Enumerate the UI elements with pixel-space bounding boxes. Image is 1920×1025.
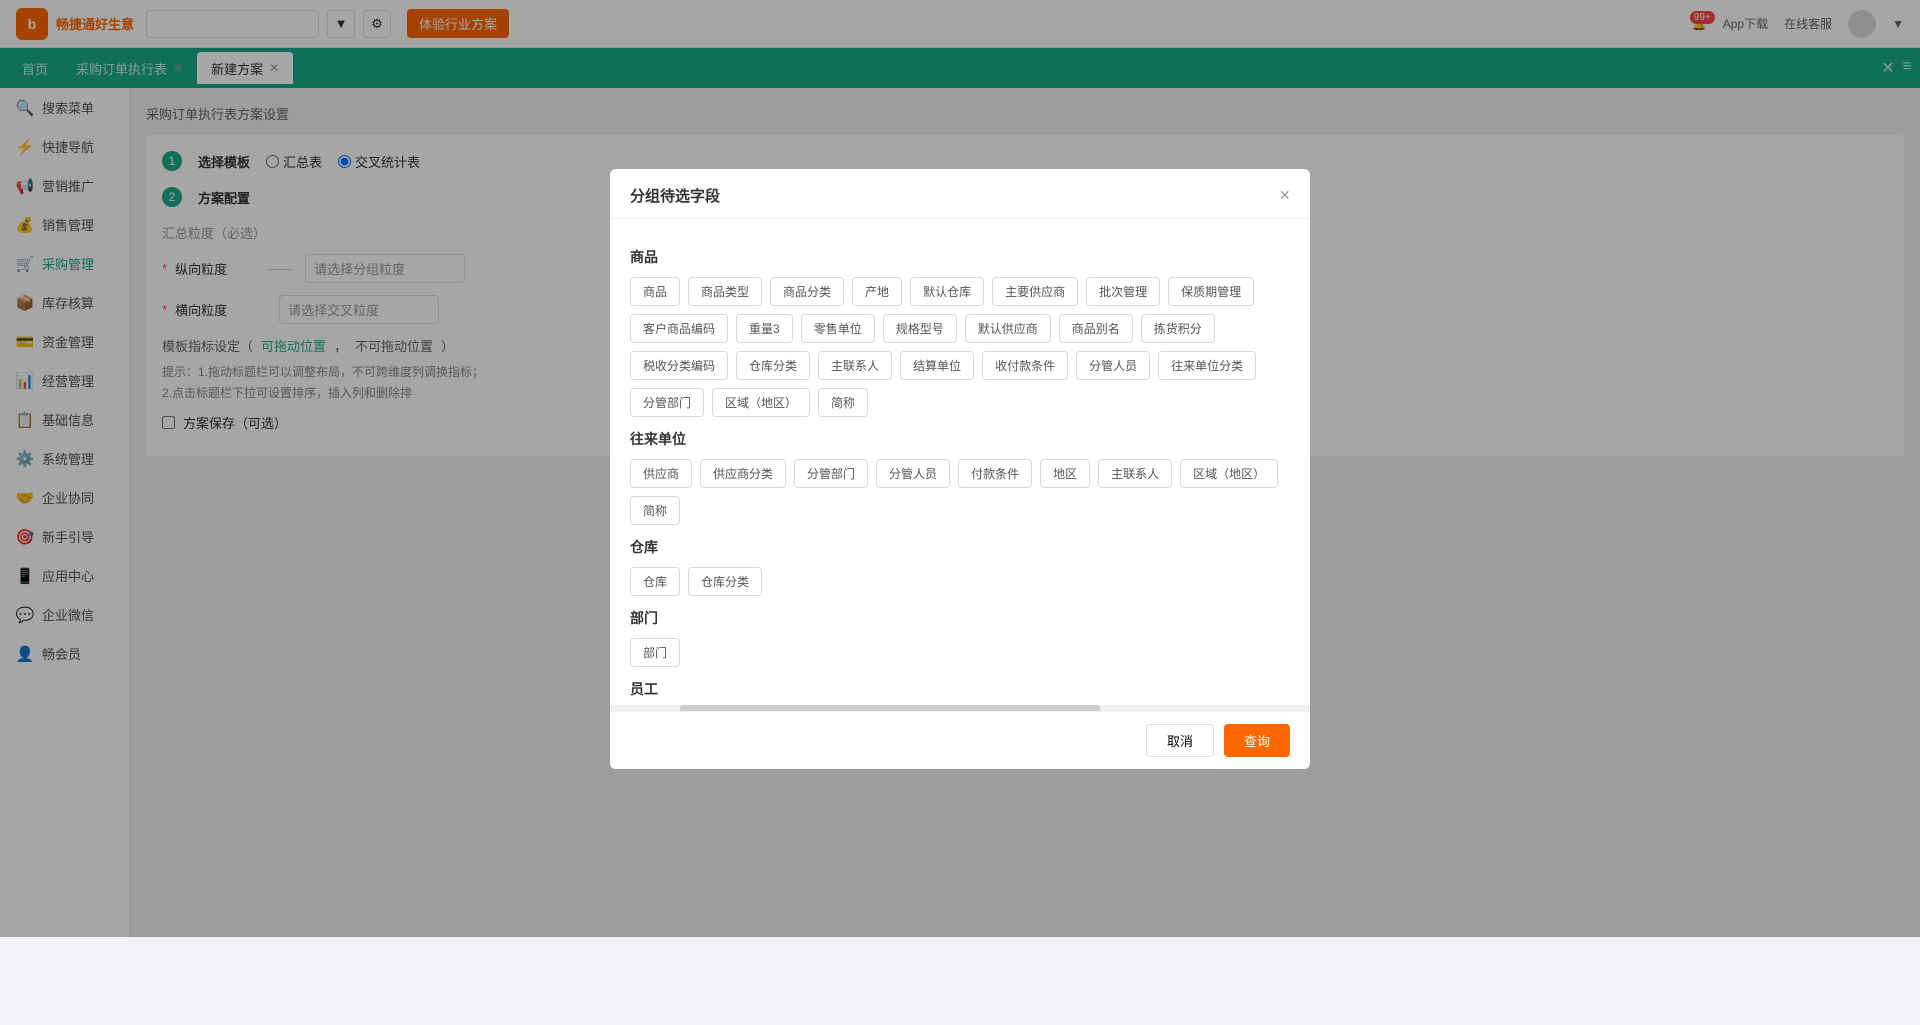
field-tags-warehouse: 仓库 仓库分类 xyxy=(630,567,1290,596)
field-tag[interactable]: 分管人员 xyxy=(1076,351,1150,380)
field-tag[interactable]: 客户商品编码 xyxy=(630,314,728,343)
field-tag[interactable]: 拣货积分 xyxy=(1141,314,1215,343)
field-tag[interactable]: 商品 xyxy=(630,277,680,306)
section-title-goods: 商品 xyxy=(630,247,1290,267)
field-tags-partner: 供应商 供应商分类 分管部门 分管人员 付款条件 地区 主联系人 区域（地区） … xyxy=(630,459,1290,525)
modal-horizontal-scrollbar[interactable] xyxy=(610,705,1310,711)
field-tag[interactable]: 税收分类编码 xyxy=(630,351,728,380)
field-tag[interactable]: 仓库分类 xyxy=(688,567,762,596)
field-tag[interactable]: 主联系人 xyxy=(1098,459,1172,488)
field-tag[interactable]: 批次管理 xyxy=(1086,277,1160,306)
field-tag[interactable]: 保质期管理 xyxy=(1168,277,1254,306)
modal-footer: 取消 查询 xyxy=(610,711,1310,769)
field-tag[interactable]: 商品分类 xyxy=(770,277,844,306)
modal-overlay: 分组待选字段 × 商品 商品 商品类型 商品分类 产地 默认仓库 主要供应商 批… xyxy=(0,0,1920,937)
field-tag[interactable]: 收付款条件 xyxy=(982,351,1068,380)
section-title-partner: 往来单位 xyxy=(630,429,1290,449)
field-select-modal: 分组待选字段 × 商品 商品 商品类型 商品分类 产地 默认仓库 主要供应商 批… xyxy=(610,169,1310,769)
cancel-button[interactable]: 取消 xyxy=(1146,724,1214,757)
field-tag[interactable]: 地区 xyxy=(1040,459,1090,488)
modal-close-btn[interactable]: × xyxy=(1279,186,1290,204)
modal-body: 商品 商品 商品类型 商品分类 产地 默认仓库 主要供应商 批次管理 保质期管理… xyxy=(610,219,1310,705)
field-tag[interactable]: 商品别名 xyxy=(1059,314,1133,343)
field-tag[interactable]: 供应商 xyxy=(630,459,692,488)
field-tag[interactable]: 供应商分类 xyxy=(700,459,786,488)
field-tag[interactable]: 仓库分类 xyxy=(736,351,810,380)
modal-title: 分组待选字段 xyxy=(630,185,720,206)
field-tag[interactable]: 结算单位 xyxy=(900,351,974,380)
field-tag[interactable]: 规格型号 xyxy=(883,314,957,343)
field-tag[interactable]: 重量3 xyxy=(736,314,793,343)
section-title-employee: 员工 xyxy=(630,679,1290,699)
field-tag[interactable]: 分管部门 xyxy=(630,388,704,417)
field-tag[interactable]: 产地 xyxy=(852,277,902,306)
field-tag[interactable]: 简称 xyxy=(818,388,868,417)
field-tag[interactable]: 往来单位分类 xyxy=(1158,351,1256,380)
confirm-button[interactable]: 查询 xyxy=(1224,724,1290,757)
field-tag[interactable]: 区域（地区） xyxy=(712,388,810,417)
field-tag[interactable]: 主联系人 xyxy=(818,351,892,380)
section-title-warehouse: 仓库 xyxy=(630,537,1290,557)
field-tag[interactable]: 主要供应商 xyxy=(992,277,1078,306)
field-tags-goods: 商品 商品类型 商品分类 产地 默认仓库 主要供应商 批次管理 保质期管理 客户… xyxy=(630,277,1290,417)
field-tag[interactable]: 零售单位 xyxy=(801,314,875,343)
modal-header: 分组待选字段 × xyxy=(610,169,1310,219)
field-tag[interactable]: 部门 xyxy=(630,638,680,667)
field-tag[interactable]: 默认仓库 xyxy=(910,277,984,306)
field-tag[interactable]: 商品类型 xyxy=(688,277,762,306)
field-tag[interactable]: 付款条件 xyxy=(958,459,1032,488)
field-tag[interactable]: 简称 xyxy=(630,496,680,525)
field-tag[interactable]: 分管部门 xyxy=(794,459,868,488)
field-tags-dept: 部门 xyxy=(630,638,1290,667)
field-tag[interactable]: 默认供应商 xyxy=(965,314,1051,343)
section-title-dept: 部门 xyxy=(630,608,1290,628)
scrollbar-thumb xyxy=(680,705,1100,711)
field-tag[interactable]: 仓库 xyxy=(630,567,680,596)
field-tag[interactable]: 分管人员 xyxy=(876,459,950,488)
field-tag[interactable]: 区域（地区） xyxy=(1180,459,1278,488)
